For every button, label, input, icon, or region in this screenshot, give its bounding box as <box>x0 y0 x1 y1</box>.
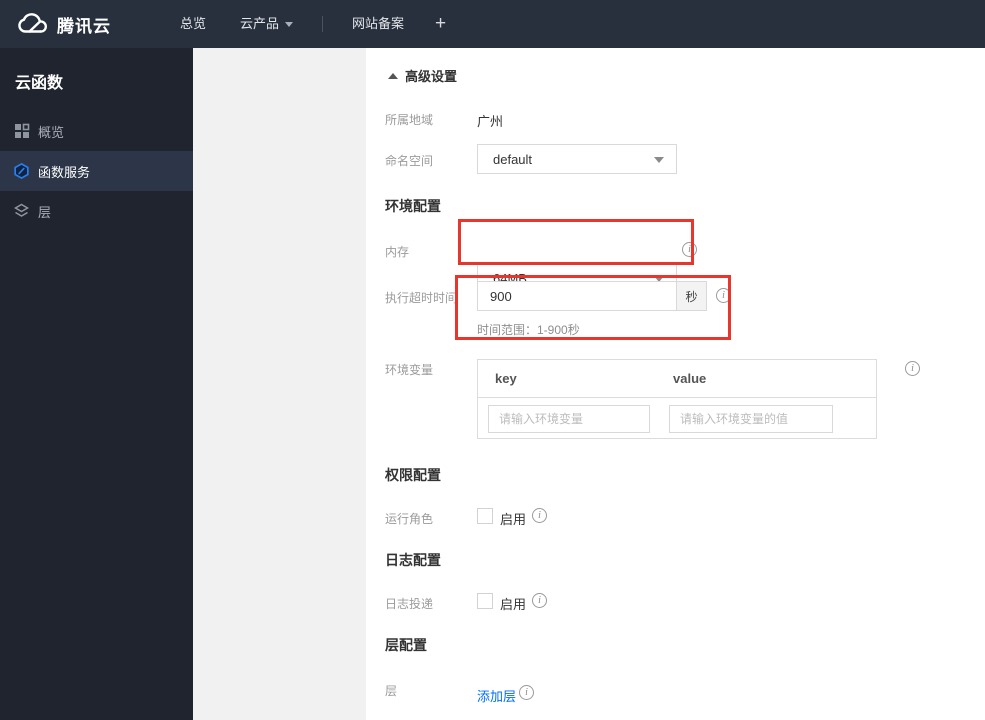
sidebar-item-label: 层 <box>38 204 52 220</box>
sidebar-item-function-service[interactable]: 函数服务 <box>0 151 193 191</box>
env-key-input[interactable] <box>488 404 650 433</box>
region-value: 广州 <box>477 114 504 129</box>
region-label: 所属地域 <box>385 113 434 127</box>
layer-info-icon[interactable]: i <box>519 685 534 700</box>
nav-overview-label: 总览 <box>180 16 207 31</box>
env-value-input[interactable] <box>669 404 833 433</box>
run-role-info-icon[interactable]: i <box>532 508 547 523</box>
nav-cloud-products-label: 云产品 <box>240 16 280 31</box>
log-config-section-title: 日志配置 <box>385 552 441 568</box>
env-vars-table-header: key value <box>478 360 876 398</box>
env-config-section-title: 环境配置 <box>385 198 441 214</box>
sidebar-title: 云函数 <box>15 75 64 92</box>
top-navigation: 总览 云产品 网站备案 + <box>163 0 446 48</box>
nav-website-icp[interactable]: 网站备案 <box>342 0 414 48</box>
run-role-enable-checkbox[interactable] <box>477 508 493 524</box>
advanced-settings-label: 高级设置 <box>405 69 458 84</box>
grid-icon <box>13 123 30 140</box>
log-delivery-enable-checkbox[interactable] <box>477 593 493 609</box>
triangle-up-icon <box>388 72 398 79</box>
add-layer-link[interactable]: 添加层 <box>477 686 516 705</box>
topbar: 腾讯云 总览 云产品 网站备案 + <box>0 0 985 48</box>
sidebar: 云函数 概览 函数服务 层 <box>0 48 193 720</box>
scf-icon <box>13 162 30 180</box>
brand-text: 腾讯云 <box>57 16 111 36</box>
nav-divider <box>322 16 324 32</box>
env-vars-info-icon[interactable]: i <box>905 361 920 376</box>
backdrop-panel <box>193 48 366 720</box>
nav-website-icp-label: 网站备案 <box>352 16 405 31</box>
memory-info-icon[interactable]: i <box>682 242 697 257</box>
log-delivery-label: 日志投递 <box>385 597 434 611</box>
sidebar-item-layers[interactable]: 层 <box>0 191 193 231</box>
env-vars-label: 环境变量 <box>385 363 434 377</box>
tencent-cloud-logo[interactable]: 腾讯云 <box>16 12 111 37</box>
timeout-input[interactable] <box>477 281 677 311</box>
timeout-range-hint: 时间范围：1-900秒 <box>477 323 580 337</box>
log-delivery-info-icon[interactable]: i <box>532 593 547 608</box>
run-role-label: 运行角色 <box>385 512 434 526</box>
sidebar-item-overview[interactable]: 概览 <box>0 111 193 151</box>
log-delivery-enable-label: 启用 <box>500 597 527 612</box>
timeout-info-icon[interactable]: i <box>716 288 731 303</box>
dropdown-caret-icon <box>654 157 664 163</box>
memory-highlight-box <box>458 219 694 265</box>
advanced-settings-panel: 高级设置 所属地域 广州 命名空间 default 环境配置 内存 64MB i… <box>366 48 985 720</box>
layer-config-section-title: 层配置 <box>385 637 427 653</box>
timeout-label: 执行超时时间 <box>385 291 458 305</box>
run-role-enable-label: 启用 <box>500 512 527 527</box>
sidebar-item-label: 函数服务 <box>38 164 91 180</box>
timeout-unit-addon: 秒 <box>677 281 707 311</box>
env-vars-table: key value <box>477 359 877 439</box>
env-vars-table-row <box>478 398 876 439</box>
sidebar-menu: 概览 函数服务 层 <box>0 111 193 231</box>
nav-cloud-products[interactable]: 云产品 <box>230 0 303 48</box>
sidebar-item-label: 概览 <box>38 124 65 140</box>
perm-config-section-title: 权限配置 <box>385 467 441 483</box>
layers-icon <box>13 203 30 220</box>
layer-label: 层 <box>385 684 398 698</box>
cloud-logo-icon <box>16 12 48 36</box>
namespace-label: 命名空间 <box>385 154 434 168</box>
advanced-settings-toggle[interactable]: 高级设置 <box>388 66 457 85</box>
namespace-selected-value: default <box>493 151 533 167</box>
memory-label: 内存 <box>385 245 410 259</box>
add-nav-tab-button[interactable]: + <box>435 13 446 35</box>
nav-overview[interactable]: 总览 <box>170 0 216 48</box>
env-value-column-header: value <box>673 371 707 386</box>
chevron-down-icon <box>285 21 294 27</box>
env-key-column-header: key <box>495 371 517 386</box>
timeout-input-group: 秒 <box>477 281 707 311</box>
namespace-select[interactable]: default <box>477 144 677 174</box>
